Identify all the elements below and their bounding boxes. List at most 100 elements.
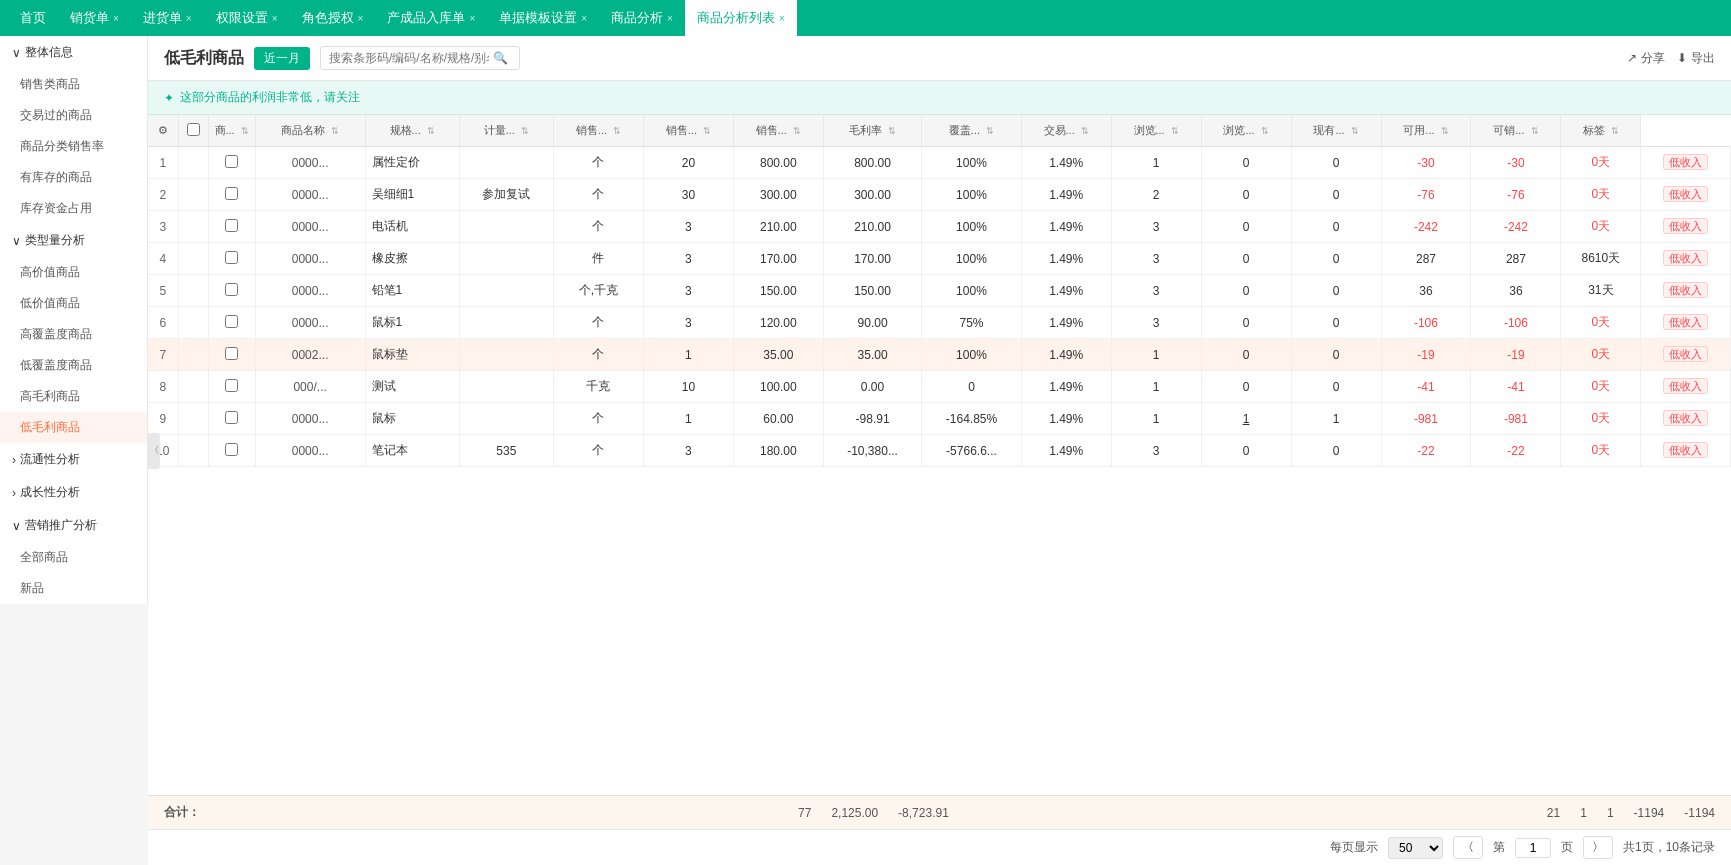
col-unit[interactable]: 计量... ⇅: [459, 115, 553, 147]
row-select-checkbox[interactable]: [225, 347, 238, 360]
row-settings: [178, 435, 208, 467]
row-select-checkbox[interactable]: [225, 251, 238, 264]
row-browse2: 0: [1291, 147, 1381, 179]
col-available[interactable]: 可用... ⇅: [1381, 115, 1471, 147]
nav-item-roles[interactable]: 角色授权 ×: [290, 0, 376, 36]
row-current-stock: -30: [1381, 147, 1471, 179]
next-page-btn[interactable]: 〉: [1583, 836, 1613, 859]
sidebar-item-low-margin[interactable]: 低毛利商品: [0, 412, 147, 443]
col-sale-price[interactable]: 销售... ⇅: [643, 115, 733, 147]
nav-item-permissions[interactable]: 权限设置 ×: [204, 0, 290, 36]
row-trade-count: 3: [1111, 211, 1201, 243]
row-spec: [459, 403, 553, 435]
row-browse1[interactable]: 1: [1201, 403, 1291, 435]
close-icon[interactable]: ×: [779, 13, 785, 24]
nav-item-analysis-list[interactable]: 商品分析列表 ×: [685, 0, 797, 36]
sidebar-item-low-coverage[interactable]: 低覆盖度商品: [0, 350, 147, 381]
close-icon[interactable]: ×: [186, 13, 192, 24]
page-size-select[interactable]: 50 100 200: [1388, 837, 1443, 859]
export-btn[interactable]: ⬇ 导出: [1677, 50, 1715, 67]
row-sellable-days: 0天: [1561, 339, 1641, 371]
close-icon[interactable]: ×: [469, 13, 475, 24]
sidebar-group-marketing[interactable]: ∨ 营销推广分析: [0, 509, 147, 542]
sidebar-item-traded[interactable]: 交易过的商品: [0, 100, 147, 131]
row-select-checkbox[interactable]: [225, 315, 238, 328]
sidebar-item-sales-products[interactable]: 销售类商品: [0, 69, 147, 100]
row-coverage: 1.49%: [1021, 243, 1111, 275]
sidebar-item-stock-capital[interactable]: 库存资金占用: [0, 193, 147, 224]
sidebar-item-category-rate[interactable]: 商品分类销售率: [0, 131, 147, 162]
col-sale-qty[interactable]: 销售... ⇅: [553, 115, 643, 147]
row-trade-count: 1: [1111, 147, 1201, 179]
row-sellable-days: 0天: [1561, 147, 1641, 179]
row-browse1: 0: [1201, 371, 1291, 403]
sidebar-group-type[interactable]: ∨ 类型量分析: [0, 224, 147, 257]
close-icon[interactable]: ×: [358, 13, 364, 24]
sidebar-item-in-stock[interactable]: 有库存的商品: [0, 162, 147, 193]
row-tag: 低收入: [1641, 211, 1731, 243]
sidebar-item-high-coverage[interactable]: 高覆盖度商品: [0, 319, 147, 350]
nav-item-templates[interactable]: 单据模板设置 ×: [487, 0, 599, 36]
sidebar: ∨ 整体信息 销售类商品 交易过的商品 商品分类销售率 有库存的商品 库存资金占…: [0, 36, 148, 604]
filter-recent-month-btn[interactable]: 近一月: [254, 47, 310, 70]
row-select-checkbox[interactable]: [225, 283, 238, 296]
prev-page-btn[interactable]: 〈: [1453, 836, 1483, 859]
header-actions: ↗ 分享 ⬇ 导出: [1627, 50, 1715, 67]
search-input[interactable]: [329, 51, 489, 65]
row-select-checkbox[interactable]: [225, 219, 238, 232]
col-code[interactable]: 商... ⇅: [208, 115, 255, 147]
col-sellable[interactable]: 可销... ⇅: [1471, 115, 1561, 147]
col-browse1[interactable]: 浏览... ⇅: [1111, 115, 1201, 147]
search-icon[interactable]: 🔍: [493, 51, 508, 65]
nav-item-products[interactable]: 产成品入库单 ×: [375, 0, 487, 36]
nav-item-analysis[interactable]: 商品分析 ×: [599, 0, 685, 36]
chevron-right-icon: ›: [12, 486, 16, 500]
row-coverage: 1.49%: [1021, 179, 1111, 211]
sidebar-item-all-products[interactable]: 全部商品: [0, 542, 147, 573]
row-select-checkbox[interactable]: [225, 411, 238, 424]
share-btn[interactable]: ↗ 分享: [1627, 50, 1665, 67]
table-row: 1 0000... 属性定价 个 20 800.00 800.00 100% 1…: [148, 147, 1731, 179]
row-trade-count: 3: [1111, 275, 1201, 307]
sidebar-item-new-products[interactable]: 新品: [0, 573, 147, 604]
table-footer: 合计： 77 2,125.00 -8,723.91 21 1 1 -1194 -…: [148, 795, 1731, 829]
col-settings[interactable]: ⚙: [148, 115, 178, 147]
nav-item-home[interactable]: 首页: [8, 0, 58, 36]
col-current-stock[interactable]: 现有... ⇅: [1291, 115, 1381, 147]
alert-banner: ✦ 这部分商品的利润非常低，请关注: [148, 81, 1731, 115]
sidebar-group-overall[interactable]: ∨ 整体信息: [0, 36, 147, 69]
row-select-checkbox[interactable]: [225, 443, 238, 456]
nav-item-sales[interactable]: 销货单 ×: [58, 0, 131, 36]
row-available-stock: -41: [1471, 371, 1561, 403]
close-icon[interactable]: ×: [667, 13, 673, 24]
nav-item-purchase[interactable]: 进货单 ×: [131, 0, 204, 36]
row-select-checkbox[interactable]: [225, 155, 238, 168]
row-number: 8: [148, 371, 178, 403]
sidebar-group-growth[interactable]: › 成长性分析: [0, 476, 147, 509]
row-coverage: 1.49%: [1021, 435, 1111, 467]
row-select-checkbox[interactable]: [225, 379, 238, 392]
row-sale-price: 150.00: [733, 275, 823, 307]
sidebar-item-high-margin[interactable]: 高毛利商品: [0, 381, 147, 412]
row-browse2: 0: [1291, 243, 1381, 275]
sidebar-item-low-value[interactable]: 低价值商品: [0, 288, 147, 319]
col-name[interactable]: 商品名称 ⇅: [255, 115, 365, 147]
col-browse2[interactable]: 浏览... ⇅: [1201, 115, 1291, 147]
col-spec[interactable]: 规格... ⇅: [365, 115, 459, 147]
page-label: 第: [1493, 839, 1505, 856]
close-icon[interactable]: ×: [113, 13, 119, 24]
sidebar-group-flow[interactable]: › 流通性分析: [0, 443, 147, 476]
sidebar-item-high-value[interactable]: 高价值商品: [0, 257, 147, 288]
col-gross-margin[interactable]: 毛利率 ⇅: [823, 115, 921, 147]
page-number-input[interactable]: [1515, 838, 1551, 858]
row-select-checkbox[interactable]: [225, 187, 238, 200]
close-icon[interactable]: ×: [272, 13, 278, 24]
table-header-row: ⚙ 商... ⇅ 商品名称 ⇅ 规格... ⇅ 计量... ⇅ 销售... ⇅ …: [148, 115, 1731, 147]
collapse-sidebar-btn[interactable]: 《: [148, 433, 160, 469]
select-all-checkbox[interactable]: [187, 123, 200, 136]
close-icon[interactable]: ×: [581, 13, 587, 24]
col-coverage[interactable]: 覆盖... ⇅: [922, 115, 1021, 147]
col-trade[interactable]: 交易... ⇅: [1021, 115, 1111, 147]
col-tag[interactable]: 标签 ⇅: [1561, 115, 1641, 147]
col-sale-amount[interactable]: 销售... ⇅: [733, 115, 823, 147]
